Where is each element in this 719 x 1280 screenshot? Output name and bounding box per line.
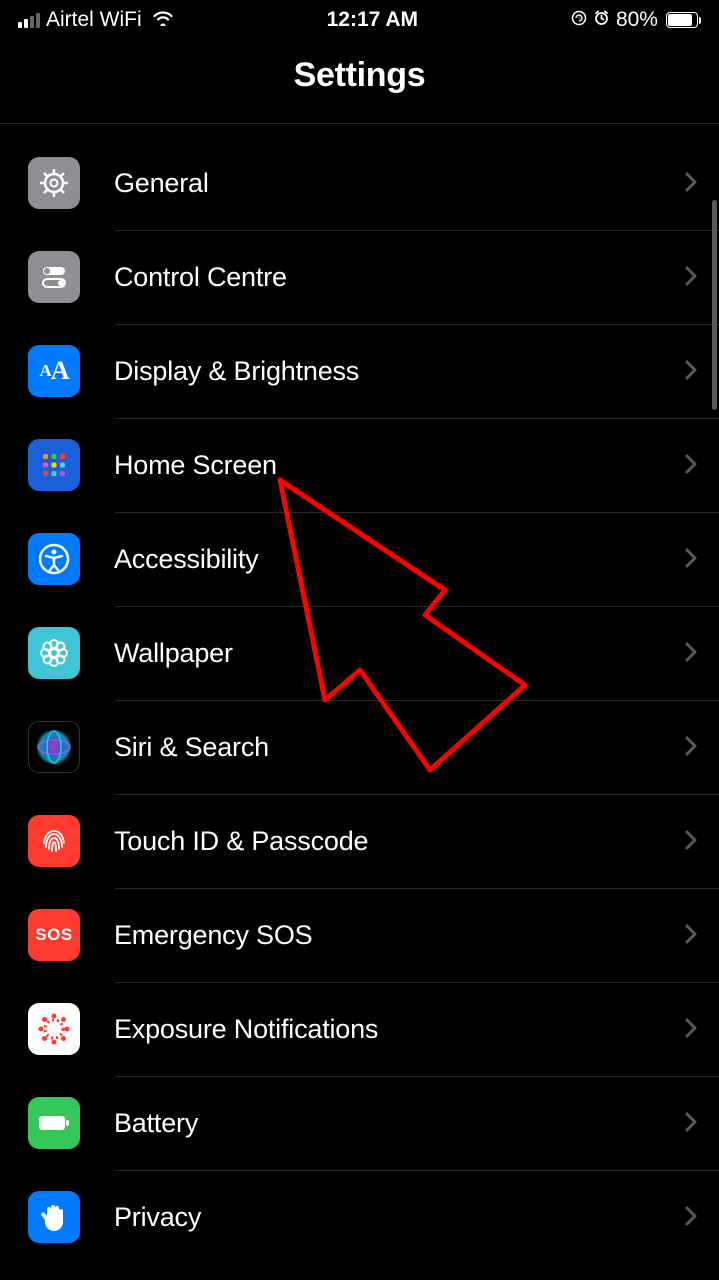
siri-icon — [28, 721, 80, 773]
toggle-icon — [28, 251, 80, 303]
setting-label: General — [114, 168, 685, 199]
gear-icon — [28, 157, 80, 209]
chevron-right-icon — [685, 1202, 697, 1233]
settings-row-privacy[interactable]: Privacy — [0, 1170, 719, 1264]
page-title: Settings — [0, 56, 719, 95]
chevron-right-icon — [685, 1014, 697, 1045]
settings-row-emergency-sos[interactable]: SOS Emergency SOS — [0, 888, 719, 982]
bottom-area — [0, 1264, 719, 1280]
status-left: Airtel WiFi — [18, 8, 174, 32]
settings-row-home-screen[interactable]: Home Screen — [0, 418, 719, 512]
battery-icon — [664, 12, 701, 28]
aa-icon: AA — [28, 345, 80, 397]
setting-label: Display & Brightness — [114, 356, 685, 387]
flower-icon — [28, 627, 80, 679]
exposure-icon — [28, 1003, 80, 1055]
settings-row-siri-search[interactable]: Siri & Search — [0, 700, 719, 794]
orientation-lock-icon — [571, 8, 587, 32]
battery-percent: 80% — [616, 8, 658, 32]
chevron-right-icon — [685, 262, 697, 293]
chevron-right-icon — [685, 826, 697, 857]
chevron-right-icon — [685, 732, 697, 763]
setting-label: Privacy — [114, 1202, 685, 1233]
page-header: Settings — [0, 36, 719, 124]
chevron-right-icon — [685, 1108, 697, 1139]
settings-row-wallpaper[interactable]: Wallpaper — [0, 606, 719, 700]
status-time: 12:17 AM — [327, 8, 418, 32]
setting-label: Wallpaper — [114, 638, 685, 669]
settings-row-exposure-notifications[interactable]: Exposure Notifications — [0, 982, 719, 1076]
status-bar: Airtel WiFi 12:17 AM 80% — [0, 0, 719, 36]
setting-label: Touch ID & Passcode — [114, 826, 685, 857]
setting-label: Battery — [114, 1108, 685, 1139]
setting-label: Control Centre — [114, 262, 685, 293]
settings-row-general[interactable]: General — [0, 136, 719, 230]
setting-label: Accessibility — [114, 544, 685, 575]
scrollbar[interactable] — [712, 200, 717, 410]
carrier-label: Airtel WiFi — [46, 8, 142, 32]
chevron-right-icon — [685, 168, 697, 199]
chevron-right-icon — [685, 920, 697, 951]
setting-label: Exposure Notifications — [114, 1014, 685, 1045]
signal-icon — [18, 13, 40, 28]
chevron-right-icon — [685, 638, 697, 669]
status-right: 80% — [571, 8, 701, 32]
settings-row-battery[interactable]: Battery — [0, 1076, 719, 1170]
setting-label: Emergency SOS — [114, 920, 685, 951]
alarm-icon — [593, 8, 610, 32]
settings-row-touch-id-passcode[interactable]: Touch ID & Passcode — [0, 794, 719, 888]
chevron-right-icon — [685, 544, 697, 575]
wifi-icon — [152, 8, 174, 32]
settings-row-display-brightness[interactable]: AA Display & Brightness — [0, 324, 719, 418]
battery-full-icon — [28, 1097, 80, 1149]
sos-icon: SOS — [28, 909, 80, 961]
settings-row-accessibility[interactable]: Accessibility — [0, 512, 719, 606]
chevron-right-icon — [685, 450, 697, 481]
accessibility-icon — [28, 533, 80, 585]
hand-icon — [28, 1191, 80, 1243]
setting-label: Siri & Search — [114, 732, 685, 763]
settings-list[interactable]: General Control Centre AA Display & Brig… — [0, 124, 719, 1264]
fingerprint-icon — [28, 815, 80, 867]
setting-label: Home Screen — [114, 450, 685, 481]
settings-row-control-centre[interactable]: Control Centre — [0, 230, 719, 324]
chevron-right-icon — [685, 356, 697, 387]
grid-icon — [28, 439, 80, 491]
